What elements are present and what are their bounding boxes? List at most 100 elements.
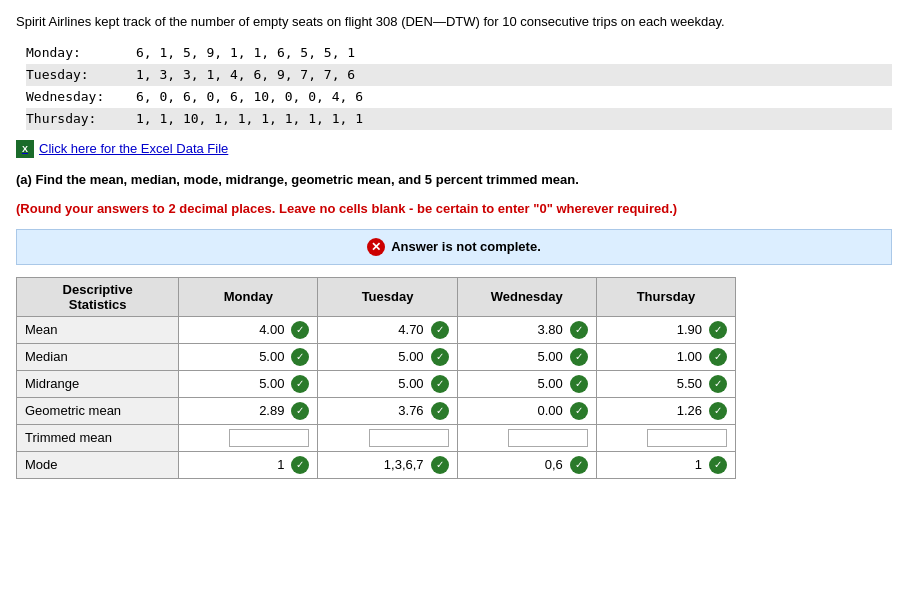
- input-thursday-trimmed[interactable]: [647, 429, 727, 447]
- cell-trimmed-mean-tuesday[interactable]: [318, 424, 457, 451]
- cell-mode-thursday: 1✓: [596, 451, 735, 478]
- value-thursday: 5.50: [677, 376, 702, 391]
- value-thursday: 1.00: [677, 349, 702, 364]
- stats-table: DescriptiveStatistics Monday Tuesday Wed…: [16, 277, 736, 479]
- cell-mean-thursday: 1.90✓: [596, 316, 735, 343]
- answer-status-text: Answer is not complete.: [391, 239, 541, 254]
- value-thursday: 1.26: [677, 403, 702, 418]
- cell-geometric-mean-tuesday: 3.76 ✓: [318, 397, 457, 424]
- input-monday-trimmed[interactable]: [229, 429, 309, 447]
- check-icon: ✓: [709, 402, 727, 420]
- cell-midrange-wednesday: 5.00 ✓: [457, 370, 596, 397]
- col-header-monday: Monday: [179, 277, 318, 316]
- col-header-wednesday: Wednesday: [457, 277, 596, 316]
- table-row: Median5.00✓5.00✓5.00✓1.00✓: [17, 343, 736, 370]
- stat-label: Midrange: [17, 370, 179, 397]
- question-part-a: (a) Find the mean, median, mode, midrang…: [16, 172, 579, 187]
- cell-median-monday: 5.00✓: [179, 343, 318, 370]
- col-header-thursday: Thursday: [596, 277, 735, 316]
- cell-mode-tuesday: 1,3,6,7 ✓: [318, 451, 457, 478]
- error-icon: ✕: [367, 238, 385, 256]
- stat-label: Mean: [17, 316, 179, 343]
- cell-mode-monday: 1✓: [179, 451, 318, 478]
- check-icon: ✓: [431, 321, 449, 339]
- check-icon: ✓: [709, 375, 727, 393]
- cell-trimmed-mean-monday[interactable]: [179, 424, 318, 451]
- value-monday: 4.00: [259, 322, 284, 337]
- data-table: Monday: 6, 1, 5, 9, 1, 1, 6, 5, 5, 1 Tue…: [26, 42, 892, 130]
- check-icon: ✓: [431, 456, 449, 474]
- stat-label: Geometric mean: [17, 397, 179, 424]
- excel-link[interactable]: X Click here for the Excel Data File: [16, 140, 892, 158]
- question-text: (a) Find the mean, median, mode, midrang…: [16, 170, 892, 190]
- value-tuesday: 3.76: [398, 403, 423, 418]
- table-row: Mode1✓1,3,6,7✓0,6✓1✓: [17, 451, 736, 478]
- question-instruction-red: (Round your answers to 2 decimal places.…: [16, 201, 677, 216]
- value-wednesday: 0,6: [545, 457, 563, 472]
- value-tuesday: 5.00: [398, 349, 423, 364]
- table-row: Midrange5.00✓5.00✓5.00✓5.50✓: [17, 370, 736, 397]
- check-icon: ✓: [291, 375, 309, 393]
- cell-mode-wednesday: 0,6✓: [457, 451, 596, 478]
- value-thursday: 1: [695, 457, 702, 472]
- cell-median-thursday: 1.00 ✓: [596, 343, 735, 370]
- excel-link-label[interactable]: Click here for the Excel Data File: [39, 141, 228, 156]
- check-icon: ✓: [570, 321, 588, 339]
- check-icon: ✓: [431, 348, 449, 366]
- cell-geometric-mean-wednesday: 0.00 ✓: [457, 397, 596, 424]
- cell-median-wednesday: 5.00 ✓: [457, 343, 596, 370]
- value-tuesday: 1,3,6,7: [384, 457, 424, 472]
- question-instruction-text: (Round your answers to 2 decimal places.…: [16, 199, 892, 219]
- cell-mean-wednesday: 3.80 ✓: [457, 316, 596, 343]
- cell-geometric-mean-thursday: 1.26 ✓: [596, 397, 735, 424]
- table-header-row: DescriptiveStatistics Monday Tuesday Wed…: [17, 277, 736, 316]
- excel-icon: X: [16, 140, 34, 158]
- check-icon: ✓: [570, 348, 588, 366]
- input-wednesday-trimmed[interactable]: [508, 429, 588, 447]
- day-thursday-label: Thursday:: [26, 108, 136, 130]
- value-monday: 5.00: [259, 349, 284, 364]
- cell-median-tuesday: 5.00 ✓: [318, 343, 457, 370]
- data-row-tuesday: Tuesday: 1, 3, 3, 1, 4, 6, 9, 7, 7, 6: [26, 64, 892, 86]
- day-wednesday-values: 6, 0, 6, 0, 6, 10, 0, 0, 4, 6: [136, 86, 363, 108]
- cell-midrange-thursday: 5.50 ✓: [596, 370, 735, 397]
- cell-geometric-mean-monday: 2.89 ✓: [179, 397, 318, 424]
- answer-status-box: ✕ Answer is not complete.: [16, 229, 892, 265]
- day-tuesday-values: 1, 3, 3, 1, 4, 6, 9, 7, 7, 6: [136, 64, 355, 86]
- value-tuesday: 4.70: [398, 322, 423, 337]
- table-row: Mean4.00✓4.70✓3.80✓1.90✓: [17, 316, 736, 343]
- stat-label: Trimmed mean: [17, 424, 179, 451]
- col-header-tuesday: Tuesday: [318, 277, 457, 316]
- data-row-thursday: Thursday: 1, 1, 10, 1, 1, 1, 1, 1, 1, 1: [26, 108, 892, 130]
- check-icon: ✓: [291, 402, 309, 420]
- value-monday: 2.89: [259, 403, 284, 418]
- cell-trimmed-mean-wednesday[interactable]: [457, 424, 596, 451]
- check-icon: ✓: [709, 348, 727, 366]
- cell-trimmed-mean-thursday[interactable]: [596, 424, 735, 451]
- check-icon: ✓: [709, 321, 727, 339]
- day-monday-label: Monday:: [26, 42, 136, 64]
- value-wednesday: 0.00: [537, 403, 562, 418]
- day-thursday-values: 1, 1, 10, 1, 1, 1, 1, 1, 1, 1: [136, 108, 363, 130]
- data-row-monday: Monday: 6, 1, 5, 9, 1, 1, 6, 5, 5, 1: [26, 42, 892, 64]
- cell-mean-tuesday: 4.70 ✓: [318, 316, 457, 343]
- check-icon: ✓: [570, 402, 588, 420]
- check-icon: ✓: [291, 321, 309, 339]
- check-icon: ✓: [431, 375, 449, 393]
- day-tuesday-label: Tuesday:: [26, 64, 136, 86]
- table-row: Geometric mean 2.89 ✓ 3.76 ✓ 0.00 ✓ 1.26 ✓: [17, 397, 736, 424]
- value-tuesday: 5.00: [398, 376, 423, 391]
- check-icon: ✓: [431, 402, 449, 420]
- check-icon: ✓: [291, 456, 309, 474]
- stat-label: Mode: [17, 451, 179, 478]
- value-wednesday: 5.00: [537, 349, 562, 364]
- cell-midrange-monday: 5.00✓: [179, 370, 318, 397]
- input-tuesday-trimmed[interactable]: [369, 429, 449, 447]
- value-wednesday: 3.80: [537, 322, 562, 337]
- data-row-wednesday: Wednesday: 6, 0, 6, 0, 6, 10, 0, 0, 4, 6: [26, 86, 892, 108]
- cell-midrange-tuesday: 5.00 ✓: [318, 370, 457, 397]
- day-monday-values: 6, 1, 5, 9, 1, 1, 6, 5, 5, 1: [136, 42, 355, 64]
- value-wednesday: 5.00: [537, 376, 562, 391]
- value-monday: 1: [277, 457, 284, 472]
- check-icon: ✓: [570, 375, 588, 393]
